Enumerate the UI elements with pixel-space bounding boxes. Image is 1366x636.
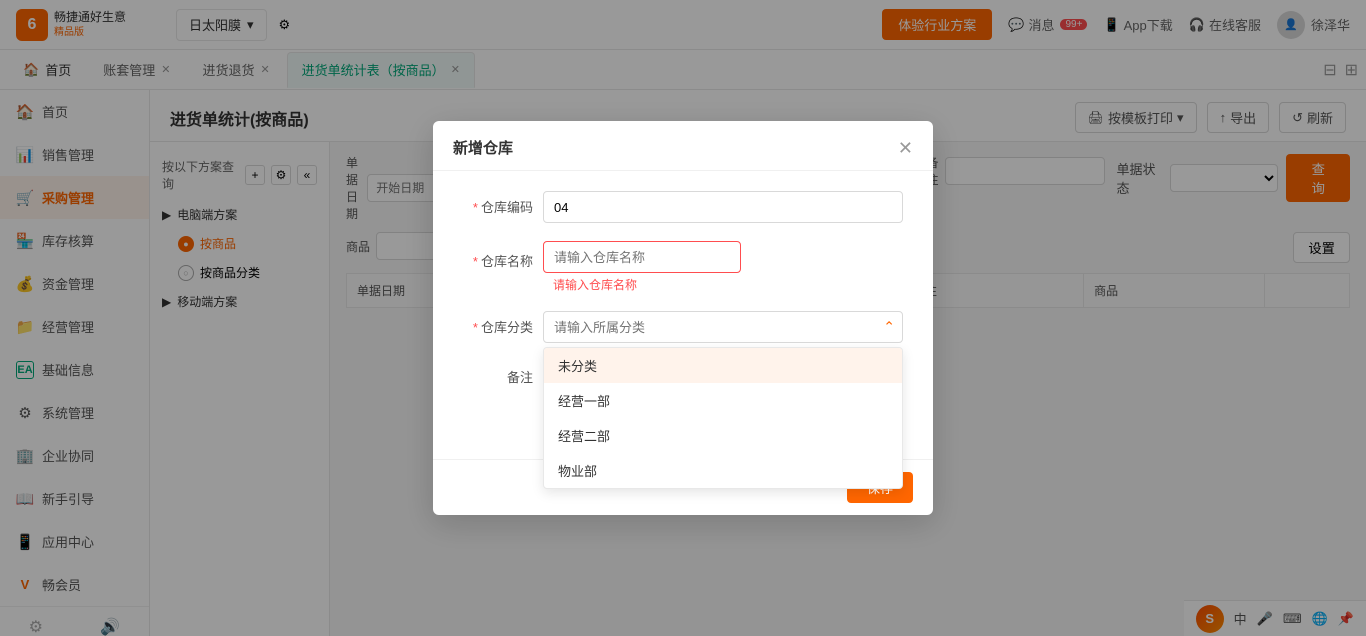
category-wrapper: ⌃ 未分类 经营一部 经营二部 物业部 — [543, 311, 903, 343]
dropdown-item-dept2[interactable]: 经营二部 — [544, 418, 902, 453]
modal-header: 新增仓库 ✕ — [433, 121, 933, 171]
category-dropdown: 未分类 经营一部 经营二部 物业部 — [543, 347, 903, 489]
modal-title: 新增仓库 — [453, 137, 513, 158]
category-label: 仓库分类 — [463, 311, 543, 336]
dropdown-item-uncategorized[interactable]: 未分类 — [544, 348, 902, 383]
name-label: 仓库名称 — [463, 245, 543, 270]
name-error-msg: 请输入仓库名称 — [553, 276, 637, 293]
form-row-name: 仓库名称 请输入仓库名称 — [463, 241, 903, 293]
dropdown-item-dept3[interactable]: 物业部 — [544, 453, 902, 488]
modal-body: 仓库编码 仓库名称 请输入仓库名称 仓库分类 ⌃ 未分类 — [433, 171, 933, 459]
code-label: 仓库编码 — [463, 191, 543, 216]
form-row-code: 仓库编码 — [463, 191, 903, 223]
code-input[interactable] — [543, 191, 903, 223]
dropdown-toggle-button[interactable]: ⌃ — [883, 319, 895, 336]
dropdown-item-dept1[interactable]: 经营一部 — [544, 383, 902, 418]
modal-overlay[interactable]: 新增仓库 ✕ 仓库编码 仓库名称 请输入仓库名称 仓库分类 — [0, 0, 1366, 636]
category-input[interactable] — [543, 311, 903, 343]
modal-close-button[interactable]: ✕ — [898, 139, 913, 157]
modal-new-warehouse: 新增仓库 ✕ 仓库编码 仓库名称 请输入仓库名称 仓库分类 — [433, 121, 933, 515]
form-row-category: 仓库分类 ⌃ 未分类 经营一部 经营二部 物业部 — [463, 311, 903, 343]
name-input[interactable] — [543, 241, 741, 273]
remark-label: 备注 — [463, 361, 543, 386]
